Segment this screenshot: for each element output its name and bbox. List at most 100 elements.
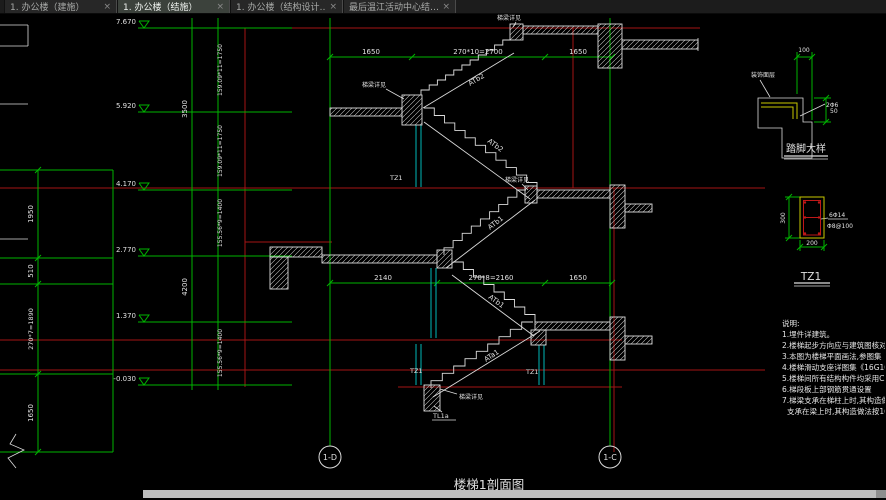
floor-slab-4170 [536, 189, 611, 199]
concrete-sections [269, 23, 699, 412]
close-icon[interactable]: × [442, 2, 450, 12]
flight-label-atb2-a: ATb2 [467, 72, 486, 88]
note-line: 6.梯段板上部钢筋贯通设置 [782, 385, 872, 394]
note-line: 1.埋件详建筑。 [782, 330, 835, 339]
tab-drawing-4[interactable]: 最后温江活动中心结… × [343, 0, 456, 13]
landing-left-slab-2770 [269, 246, 323, 258]
ground-beam-TL1a [423, 384, 441, 412]
finish-layer-label: 装饰面层 [751, 71, 775, 79]
note-line: 4.楼梯滑动支座详图集《16G101 [782, 363, 885, 372]
dim-top-2700: 270*10=2700 [453, 48, 502, 56]
floor-slab-7670 [522, 25, 599, 35]
floor-slab-right-4170 [624, 203, 653, 213]
flight-3-soffit [445, 199, 536, 269]
tab-drawing-3[interactable]: 1. 办公楼（结构设计… × [230, 0, 343, 13]
note-line-continuation: 支承在梁上时,其构造做法按16G [787, 407, 885, 416]
tz1-detail-title: TZ1 [800, 271, 821, 283]
tab-label: 1. 办公楼（结构设计… [236, 3, 327, 13]
dim-top-1650-l: 1650 [362, 48, 380, 56]
scrollbar-corner [876, 490, 886, 498]
flight-5-steps [430, 321, 533, 388]
slab-right-1370 [624, 335, 653, 345]
flight-3-steps [443, 189, 526, 255]
flight-label-atb1-a: ATb1 [486, 215, 505, 232]
tz1-dim-300: 300 [780, 212, 787, 224]
beam-leader-ground: 梯梁详见 [459, 393, 483, 401]
stair-section-drawing: 1-D 1-C 7.670 5.920 4.170 2.770 1.370 -0… [0, 14, 853, 493]
close-icon[interactable]: × [329, 2, 337, 12]
column-label-tz1-b: TZ1 [409, 367, 423, 375]
column-label-tz1-c: TZ1 [525, 368, 539, 376]
tab-label: 1. 办公楼（建施） [10, 3, 85, 13]
tab-label: 最后温江活动中心结… [349, 3, 440, 13]
application-window: 1. 办公楼（建施） × 1. 办公楼（结施） × 1. 办公楼（结构设计… ×… [0, 0, 886, 500]
dim-riser-l1: 155.56*9=1400 [217, 199, 224, 247]
dim-riser-u1: 159.09*11=1750 [217, 44, 224, 96]
tab-label: 1. 办公楼（结施） [123, 3, 198, 13]
dim-riser-l2: 155.56*9=1400 [217, 329, 224, 377]
beam-leader-top: 梯梁详见 [497, 14, 521, 22]
dim-3500: 3500 [181, 100, 189, 118]
notes-heading: 说明: [782, 319, 800, 328]
landing-beam-5920 [401, 94, 423, 126]
landing-slab-5920 [329, 107, 403, 117]
landing-slab-2770 [321, 254, 438, 264]
landing-left-wall-2770 [269, 256, 289, 290]
tz1-dim-200: 200 [806, 240, 818, 247]
cad-canvas[interactable]: 1-D 1-C 7.670 5.920 4.170 2.770 1.370 -0… [0, 0, 886, 500]
dim-4200: 4200 [181, 278, 189, 296]
step-rebar-label: 2Φ6 [826, 102, 839, 109]
red-reference-lines [0, 27, 765, 452]
dim-riser-u2: 159.09*11=1750 [217, 125, 224, 177]
step-dim-100: 100 [798, 47, 810, 54]
elevation-4170: 4.170 [116, 180, 136, 188]
close-icon[interactable]: × [216, 2, 224, 12]
elevation-ground: -0.030 [113, 375, 136, 383]
elevation-2770: 2.770 [116, 246, 136, 254]
floor-slab-right-7670 [621, 39, 699, 50]
drawing-tab-bar: 1. 办公楼（建施） × 1. 办公楼（结施） × 1. 办公楼（结构设计… ×… [0, 0, 886, 14]
step-detail-title: 踏脚大样 [786, 142, 826, 155]
note-line: 5.楼梯间所有结构构件均采用C3 [782, 374, 885, 383]
dim-1950: 1950 [27, 205, 35, 223]
elevation-1370: 1.370 [116, 312, 136, 320]
dim-mid-2140: 2140 [374, 274, 392, 282]
stair-flights [420, 39, 541, 398]
axis-bubble-left-label: 1-D [323, 453, 337, 462]
ground-beam-label: TL1a [432, 412, 449, 420]
dim-mid-2160: 270*8=2160 [469, 274, 514, 282]
dim-1650-left: 1650 [27, 404, 35, 422]
floor-end-beam-4170 [609, 184, 626, 229]
column-label-tz1-a: TZ1 [389, 174, 403, 182]
flight-2-soffit [423, 121, 531, 200]
break-symbol [7, 433, 25, 469]
tz1-rebar [803, 200, 821, 236]
flight-label-ata1: ATa1 [483, 348, 501, 363]
horizontal-scrollbar[interactable] [143, 490, 886, 498]
axis-bubble-right-label: 1-C [603, 453, 617, 462]
dim-510: 510 [27, 264, 35, 277]
elevation-7670: 7.670 [116, 18, 136, 26]
landing-slab-1370 [534, 321, 611, 331]
close-icon[interactable]: × [103, 2, 111, 12]
step-dim-50: 50 [830, 108, 838, 115]
beam-leader-4170: 梯梁详见 [505, 176, 529, 184]
floor-end-beam-7670 [597, 23, 623, 69]
dim-mid-1650: 1650 [569, 274, 587, 282]
beam-leader-5920: 梯梁详见 [362, 81, 386, 89]
note-line: 2.楼梯起步方向应与建筑图核对 [782, 341, 885, 350]
tab-drawing-2-active[interactable]: 1. 办公楼（结施） × [117, 0, 230, 13]
note-line: 7.梯梁支承在梯柱上时,其构造做法 [782, 396, 885, 405]
axis-bubbles: 1-D 1-C [318, 445, 622, 469]
notes-block: 说明: 1.埋件详建筑。 2.楼梯起步方向应与建筑图核对 3.本图为楼梯平面画法… [782, 318, 885, 436]
tz1-rebar-stirrup: Φ8@100 [827, 223, 853, 230]
flight-label-atb2-b: ATb2 [486, 137, 505, 154]
green-dimension-lines [0, 18, 831, 456]
elevation-5920: 5.920 [116, 102, 136, 110]
tab-drawing-1[interactable]: 1. 办公楼（建施） × [4, 0, 117, 13]
dim-top-1650-r: 1650 [569, 48, 587, 56]
top-flight-beam [509, 23, 524, 41]
note-line: 3.本图为楼梯平面画法,参图集《16G [782, 352, 885, 361]
end-beam-1370 [609, 316, 626, 361]
dim-270x7: 270*7=1890 [27, 308, 35, 350]
